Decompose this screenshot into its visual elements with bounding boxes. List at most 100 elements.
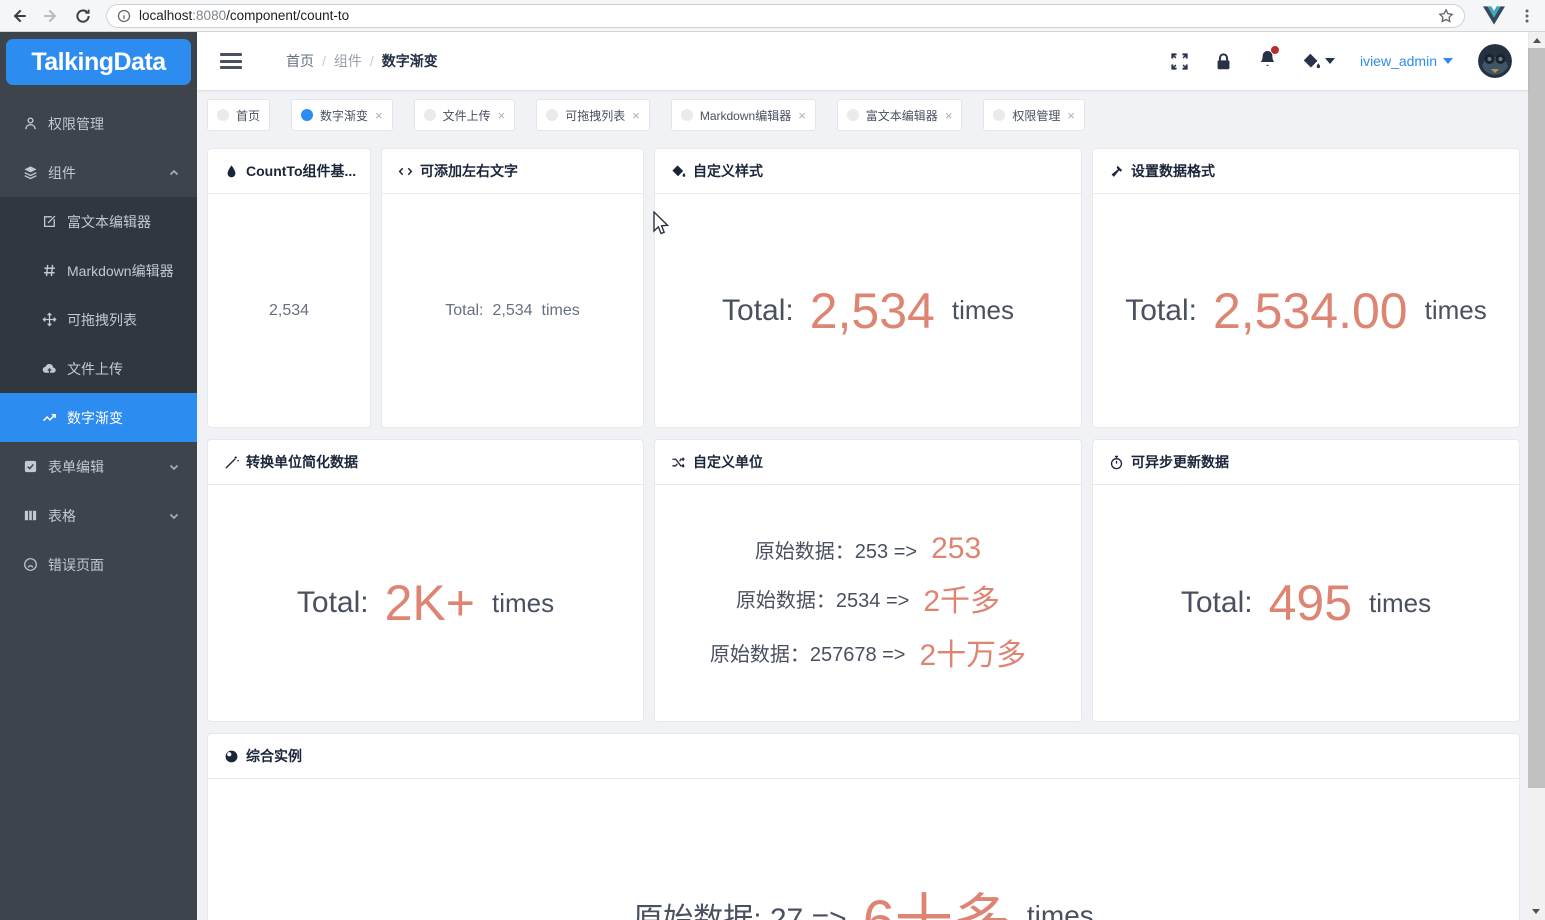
- raw-data-label: 原始数据：253 =>: [754, 540, 918, 563]
- raw-data-label: 原始数据: 27 =>: [633, 903, 847, 920]
- theme-switch-button[interactable]: [1302, 52, 1335, 71]
- tag-markdown[interactable]: Markdown编辑器 ×: [670, 99, 816, 131]
- card-countto-basic: CountTo组件基... 2,534: [207, 148, 371, 428]
- layers-icon: [24, 166, 37, 180]
- sidebar-item-form-editor[interactable]: 表单编辑: [0, 442, 197, 491]
- unit-example-row: 原始数据：257678 => 2十万多: [710, 630, 1026, 674]
- count-prefix: Total:: [722, 293, 794, 327]
- count-line: Total: 2,534 times: [722, 282, 1014, 340]
- sidebar-item-count-to[interactable]: 数字渐变: [0, 393, 197, 442]
- card-header: 可添加左右文字: [382, 149, 643, 194]
- sidebar-item-label: 表格: [48, 507, 76, 524]
- bookmark-star-icon[interactable]: [1438, 7, 1454, 24]
- forward-icon[interactable]: [42, 7, 60, 25]
- sidebar-item-components[interactable]: 组件: [0, 148, 197, 197]
- count-line: Total: 2K+ times: [297, 574, 554, 632]
- sidebar-item-table[interactable]: 表格: [0, 491, 197, 540]
- scrollbar-down-arrow[interactable]: [1532, 909, 1540, 914]
- tag-dot-icon: [423, 109, 436, 121]
- close-icon[interactable]: ×: [945, 109, 953, 122]
- reload-icon[interactable]: [74, 7, 92, 25]
- compose-icon: [43, 215, 56, 228]
- breadcrumb-home[interactable]: 首页: [286, 51, 314, 71]
- address-bar[interactable]: localhost:8080/component/count-to: [106, 3, 1465, 28]
- breadcrumb: 首页 / 组件 / 数字渐变: [286, 51, 438, 71]
- scrollbar-up-arrow[interactable]: [1528, 32, 1545, 48]
- card-body: 原始数据: 27 => 6十多 times: [208, 779, 1519, 920]
- close-icon[interactable]: ×: [375, 109, 383, 122]
- tag-permission[interactable]: 权限管理 ×: [983, 99, 1086, 131]
- sidebar-item-markdown[interactable]: Markdown编辑器: [0, 246, 197, 295]
- sidebar-toggle-icon[interactable]: [220, 53, 242, 69]
- sidebar-item-label: 文件上传: [67, 360, 123, 377]
- tag-home[interactable]: 首页: [207, 99, 271, 131]
- count-value: 2,534.00: [1212, 282, 1408, 339]
- sidebar-menu: 权限管理 组件 富文本编辑器 Markdown编辑器 可拖拽列表 文件上传 数字…: [0, 85, 197, 589]
- scrollbar-thumb[interactable]: [1528, 48, 1545, 788]
- cards-row-1: CountTo组件基... 2,534 可添加左右文字 Total: 2,534 t…: [207, 148, 1520, 428]
- sad-face-icon: [24, 558, 37, 571]
- sidebar-item-rich-editor[interactable]: 富文本编辑器: [0, 197, 197, 246]
- page-scrollbar[interactable]: [1528, 32, 1545, 920]
- raw-data-label: 原始数据：257678 =>: [709, 643, 906, 666]
- tag-dot-icon: [301, 109, 314, 121]
- browser-menu-icon[interactable]: [1519, 8, 1535, 24]
- logo-text: TalkingData: [31, 47, 166, 76]
- chevron-up-icon: [169, 169, 179, 175]
- card-combined-example: 综合实例 原始数据: 27 => 6十多 times: [207, 733, 1520, 920]
- page-info-icon[interactable]: [117, 9, 131, 23]
- user-menu[interactable]: iview_admin: [1360, 53, 1453, 69]
- card-body: 2,534: [208, 194, 370, 427]
- tag-rich-editor[interactable]: 富文本编辑器 ×: [836, 99, 963, 131]
- notifications-button[interactable]: [1258, 46, 1279, 73]
- card-header: 自定义单位: [655, 440, 1081, 485]
- sidebar-item-label: 组件: [48, 164, 76, 181]
- card-header: 自定义样式: [655, 149, 1081, 194]
- card-title: 可异步更新数据: [1131, 454, 1229, 470]
- top-header: 首页 / 组件 / 数字渐变 iview_admin: [197, 32, 1528, 90]
- sidebar-item-permission[interactable]: 权限管理: [0, 99, 197, 148]
- opened-tags-bar: 首页 数字渐变 × 文件上传 × 可拖拽列表 × Markdown编辑器 × 富文本编辑…: [197, 90, 1528, 140]
- stopwatch-icon: [1110, 455, 1123, 469]
- sidebar-item-label: 错误页面: [48, 556, 104, 573]
- tag-dot-icon: [846, 109, 859, 121]
- unit-examples: 原始数据：253 => 253 原始数据：2534 => 2千多 原始数据：25…: [710, 532, 1026, 674]
- card-title: 综合实例: [246, 748, 302, 764]
- tag-file-upload[interactable]: 文件上传 ×: [413, 99, 516, 131]
- back-icon[interactable]: [10, 7, 28, 25]
- tag-draggable-list[interactable]: 可拖拽列表 ×: [536, 99, 650, 131]
- card-body: Total: 2K+ times: [208, 485, 643, 721]
- close-icon[interactable]: ×: [1067, 109, 1075, 122]
- main-area: 首页 / 组件 / 数字渐变 iview_admin 首页 数字渐变 × 文件上…: [197, 32, 1528, 920]
- sidebar: TalkingData 权限管理 组件 富文本编辑器 Markdown编辑器 可…: [0, 32, 197, 920]
- avatar[interactable]: [1478, 44, 1512, 78]
- water-drop-icon: [227, 164, 236, 177]
- lock-icon[interactable]: [1214, 52, 1233, 71]
- count-suffix: times: [1369, 587, 1432, 618]
- sidebar-item-label: Markdown编辑器: [67, 262, 174, 279]
- sidebar-item-error-pages[interactable]: 错误页面: [0, 540, 197, 589]
- header-actions: iview_admin: [1170, 44, 1512, 78]
- vue-devtools-icon[interactable]: [1483, 6, 1505, 25]
- sidebar-item-file-upload[interactable]: 文件上传: [0, 344, 197, 393]
- close-icon[interactable]: ×: [498, 109, 506, 122]
- talkingdata-logo: TalkingData: [6, 39, 191, 85]
- breadcrumb-components[interactable]: 组件: [334, 51, 362, 71]
- browser-toolbar: localhost:8080/component/count-to: [0, 0, 1545, 32]
- username: iview_admin: [1359, 53, 1437, 69]
- count-line: Total: 2,534 times: [445, 301, 580, 319]
- count-value: 6十多: [863, 874, 1011, 920]
- tag-count-to[interactable]: 数字渐变 ×: [291, 99, 393, 131]
- close-icon[interactable]: ×: [798, 109, 806, 122]
- url-text: localhost:8080/component/count-to: [139, 8, 350, 23]
- components-submenu: 富文本编辑器 Markdown编辑器 可拖拽列表 文件上传 数字渐变: [0, 197, 197, 442]
- person-icon: [25, 117, 36, 130]
- card-body: 原始数据：253 => 253 原始数据：2534 => 2千多 原始数据：25…: [655, 485, 1081, 721]
- close-icon[interactable]: ×: [632, 109, 640, 122]
- chevron-down-icon: [169, 513, 179, 519]
- sidebar-item-draggable-list[interactable]: 可拖拽列表: [0, 295, 197, 344]
- card-header: 可异步更新数据: [1093, 440, 1519, 485]
- card-header: 设置数据格式: [1093, 149, 1519, 194]
- card-title: 自定义单位: [693, 454, 763, 470]
- fullscreen-icon[interactable]: [1170, 52, 1189, 71]
